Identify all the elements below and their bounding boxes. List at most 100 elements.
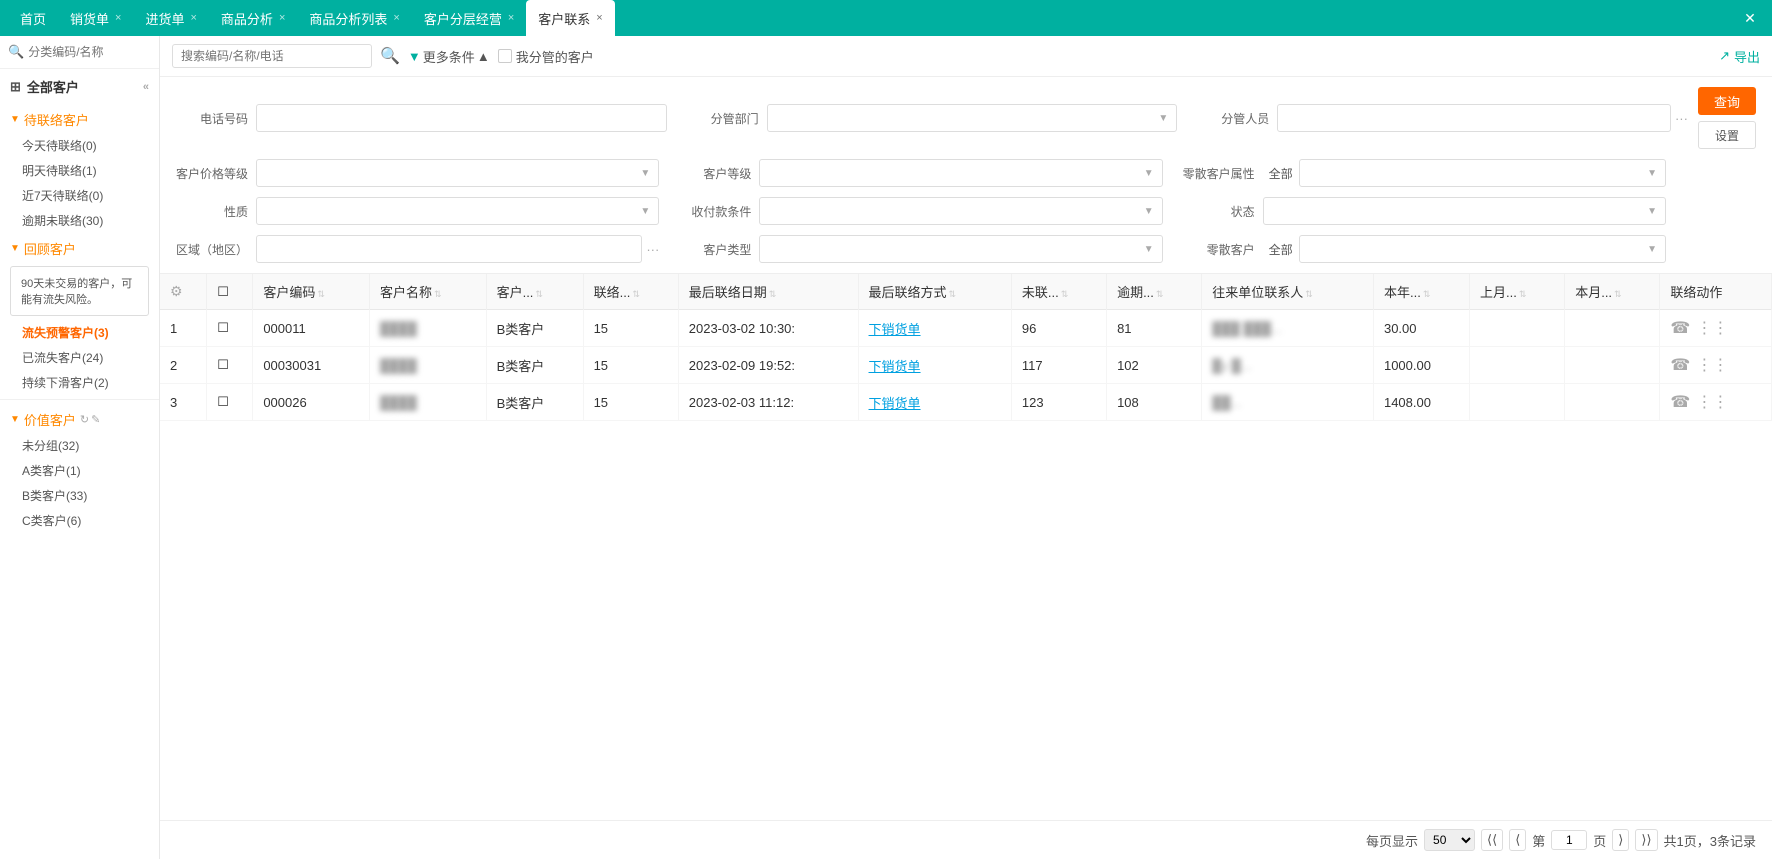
sidebar-all-customers[interactable]: ⊞ 全部客户 « bbox=[0, 69, 159, 104]
th-lastdate[interactable]: 最后联络日期⇅ bbox=[678, 274, 858, 310]
sidebar-item-today[interactable]: 今天待联络(0) bbox=[0, 133, 159, 158]
search-button[interactable]: 🔍 bbox=[380, 46, 400, 66]
contact-action-icon[interactable]: ☎ bbox=[1670, 355, 1690, 375]
search-input[interactable] bbox=[172, 44, 372, 68]
sidebar-item-churn-warning[interactable]: 流失预警客户(3) bbox=[0, 320, 159, 345]
row-checkbox[interactable]: ☐ bbox=[217, 357, 229, 372]
row-checkbox[interactable]: ☐ bbox=[217, 394, 229, 409]
contact-action-icon[interactable]: ☎ bbox=[1670, 392, 1690, 412]
last-method-link[interactable]: 下销货单 bbox=[869, 359, 921, 374]
th-contacts[interactable]: 联络...⇅ bbox=[583, 274, 678, 310]
select-all-checkbox[interactable]: ☐ bbox=[217, 284, 229, 299]
nav-customersegment[interactable]: 客户分层经营 × bbox=[412, 0, 526, 36]
sidebar-item-declining[interactable]: 持续下滑客户(2) bbox=[0, 370, 159, 395]
td-lastmethod[interactable]: 下销货单 bbox=[858, 347, 1011, 384]
sidebar-group-review[interactable]: ▼ 回顾客户 bbox=[0, 233, 159, 262]
sidebar-item-7days[interactable]: 近7天待联络(0) bbox=[0, 183, 159, 208]
filter-nature-select[interactable]: ▼ bbox=[256, 197, 659, 225]
window-close-button[interactable]: ✕ bbox=[1736, 4, 1764, 32]
filter-dept-select[interactable]: ▼ bbox=[767, 104, 1178, 132]
page-number-input[interactable] bbox=[1551, 830, 1587, 850]
more-action-icon[interactable]: ⋮⋮ bbox=[1696, 355, 1728, 375]
th-liaisons[interactable]: 往来单位联系人⇅ bbox=[1202, 274, 1374, 310]
filter-price-grade-select[interactable]: ▼ bbox=[256, 159, 659, 187]
nav-productanalysis[interactable]: 商品分析 × bbox=[209, 0, 297, 36]
nav-productanalysislist[interactable]: 商品分析列表 × bbox=[297, 0, 411, 36]
th-lastmethod[interactable]: 最后联络方式⇅ bbox=[858, 274, 1011, 310]
sidebar-group-pending[interactable]: ▼ 待联络客户 bbox=[0, 104, 159, 133]
export-button[interactable]: ↗ 导出 bbox=[1719, 47, 1760, 66]
collapse-icon[interactable]: « bbox=[143, 81, 149, 93]
close-customercontact-icon[interactable]: × bbox=[596, 12, 602, 24]
page-size-select[interactable]: 50 20 100 bbox=[1424, 829, 1475, 851]
close-productanalysis-icon[interactable]: × bbox=[279, 12, 285, 24]
th-thismonth[interactable]: 本月...⇅ bbox=[1565, 274, 1660, 310]
th-checkbox[interactable]: ☐ bbox=[207, 274, 253, 310]
sidebar-group-value[interactable]: ▼ 价值客户 ↻ ✎ bbox=[0, 404, 159, 433]
more-conditions-button[interactable]: ▼ 更多条件 ▲ bbox=[408, 47, 490, 66]
td-checkbox[interactable]: ☐ bbox=[207, 347, 253, 384]
filter-payment-select[interactable]: ▼ bbox=[759, 197, 1162, 225]
td-lastmethod[interactable]: 下销货单 bbox=[858, 384, 1011, 421]
close-salesorder-icon[interactable]: × bbox=[115, 12, 121, 24]
last-page-button[interactable]: ⟩⟩ bbox=[1635, 829, 1657, 851]
last-method-link[interactable]: 下销货单 bbox=[869, 396, 921, 411]
close-customersegment-icon[interactable]: × bbox=[508, 12, 514, 24]
sidebar-search-input[interactable] bbox=[28, 45, 160, 59]
th-uncontacted[interactable]: 未联...⇅ bbox=[1011, 274, 1106, 310]
filter-status-select[interactable]: ▼ bbox=[1263, 197, 1666, 225]
settings-icon[interactable]: ⚙ bbox=[170, 283, 183, 299]
filter-region-input[interactable] bbox=[256, 235, 642, 263]
last-method-link[interactable]: 下销货单 bbox=[869, 322, 921, 337]
filter-customer-type-select[interactable]: ▼ bbox=[759, 235, 1162, 263]
query-button[interactable]: 查询 bbox=[1698, 87, 1756, 115]
more-action-icon[interactable]: ⋮⋮ bbox=[1696, 392, 1728, 412]
sidebar-item-churned[interactable]: 已流失客户(24) bbox=[0, 345, 159, 370]
sidebar-item-classC[interactable]: C类客户(6) bbox=[0, 508, 159, 533]
th-thisyear[interactable]: 本年...⇅ bbox=[1373, 274, 1469, 310]
sidebar-item-tomorrow[interactable]: 明天待联络(1) bbox=[0, 158, 159, 183]
settings-button[interactable]: 设置 bbox=[1698, 121, 1756, 149]
prev-page-button[interactable]: ⟨ bbox=[1509, 829, 1526, 851]
my-customers-checkbox[interactable] bbox=[498, 49, 512, 63]
region-more-icon[interactable]: ··· bbox=[646, 242, 659, 257]
filter-phone-input[interactable] bbox=[256, 104, 667, 132]
contact-action-icon[interactable]: ☎ bbox=[1670, 318, 1690, 338]
nav-salesorder[interactable]: 销货单 × bbox=[58, 0, 133, 36]
filter-customer-grade-select[interactable]: ▼ bbox=[759, 159, 1162, 187]
nav-customercontact[interactable]: 客户联系 × bbox=[526, 0, 614, 36]
sidebar-item-classA[interactable]: A类客户(1) bbox=[0, 458, 159, 483]
th-name[interactable]: 客户名称⇅ bbox=[369, 274, 486, 310]
row-checkbox[interactable]: ☐ bbox=[217, 320, 229, 335]
td-checkbox[interactable]: ☐ bbox=[207, 310, 253, 347]
next-page-button[interactable]: ⟩ bbox=[1612, 829, 1629, 851]
filter-retail-attr-select[interactable]: ▼ bbox=[1299, 159, 1666, 187]
th-overdue[interactable]: 逾期...⇅ bbox=[1107, 274, 1202, 310]
filter-retail-customer-select[interactable]: ▼ bbox=[1299, 235, 1666, 263]
filter-person-input[interactable] bbox=[1277, 104, 1671, 132]
th-code[interactable]: 客户编码⇅ bbox=[253, 274, 370, 310]
close-purchaseorder-icon[interactable]: × bbox=[190, 12, 196, 24]
close-productanalysislist-icon[interactable]: × bbox=[393, 12, 399, 24]
edit-icon[interactable]: ✎ bbox=[91, 413, 100, 426]
th-type[interactable]: 客户...⇅ bbox=[486, 274, 583, 310]
my-customers-checkbox-area[interactable]: 我分管的客户 bbox=[498, 47, 594, 66]
more-action-icon[interactable]: ⋮⋮ bbox=[1696, 318, 1728, 338]
sort-icon-contacts: ⇅ bbox=[632, 289, 640, 299]
person-more-icon[interactable]: ··· bbox=[1675, 111, 1688, 126]
first-page-button[interactable]: ⟨⟨ bbox=[1481, 829, 1503, 851]
nav-purchaseorder[interactable]: 进货单 × bbox=[133, 0, 208, 36]
td-lastmethod[interactable]: 下销货单 bbox=[858, 310, 1011, 347]
sidebar-search-bar[interactable]: 🔍 bbox=[0, 36, 159, 69]
chevron-down-icon-2: ▼ bbox=[640, 168, 650, 179]
th-uncontacted-label: 未联... bbox=[1022, 285, 1059, 300]
td-type: B类客户 bbox=[486, 384, 583, 421]
th-settings[interactable]: ⚙ bbox=[160, 274, 207, 310]
sidebar-item-overdue[interactable]: 逾期未联络(30) bbox=[0, 208, 159, 233]
th-lastmonth[interactable]: 上月...⇅ bbox=[1470, 274, 1565, 310]
nav-home[interactable]: 首页 bbox=[8, 0, 58, 36]
sidebar-item-classB[interactable]: B类客户(33) bbox=[0, 483, 159, 508]
td-checkbox[interactable]: ☐ bbox=[207, 384, 253, 421]
refresh-icon[interactable]: ↻ bbox=[80, 413, 89, 426]
sidebar-item-ungrouped[interactable]: 未分组(32) bbox=[0, 433, 159, 458]
